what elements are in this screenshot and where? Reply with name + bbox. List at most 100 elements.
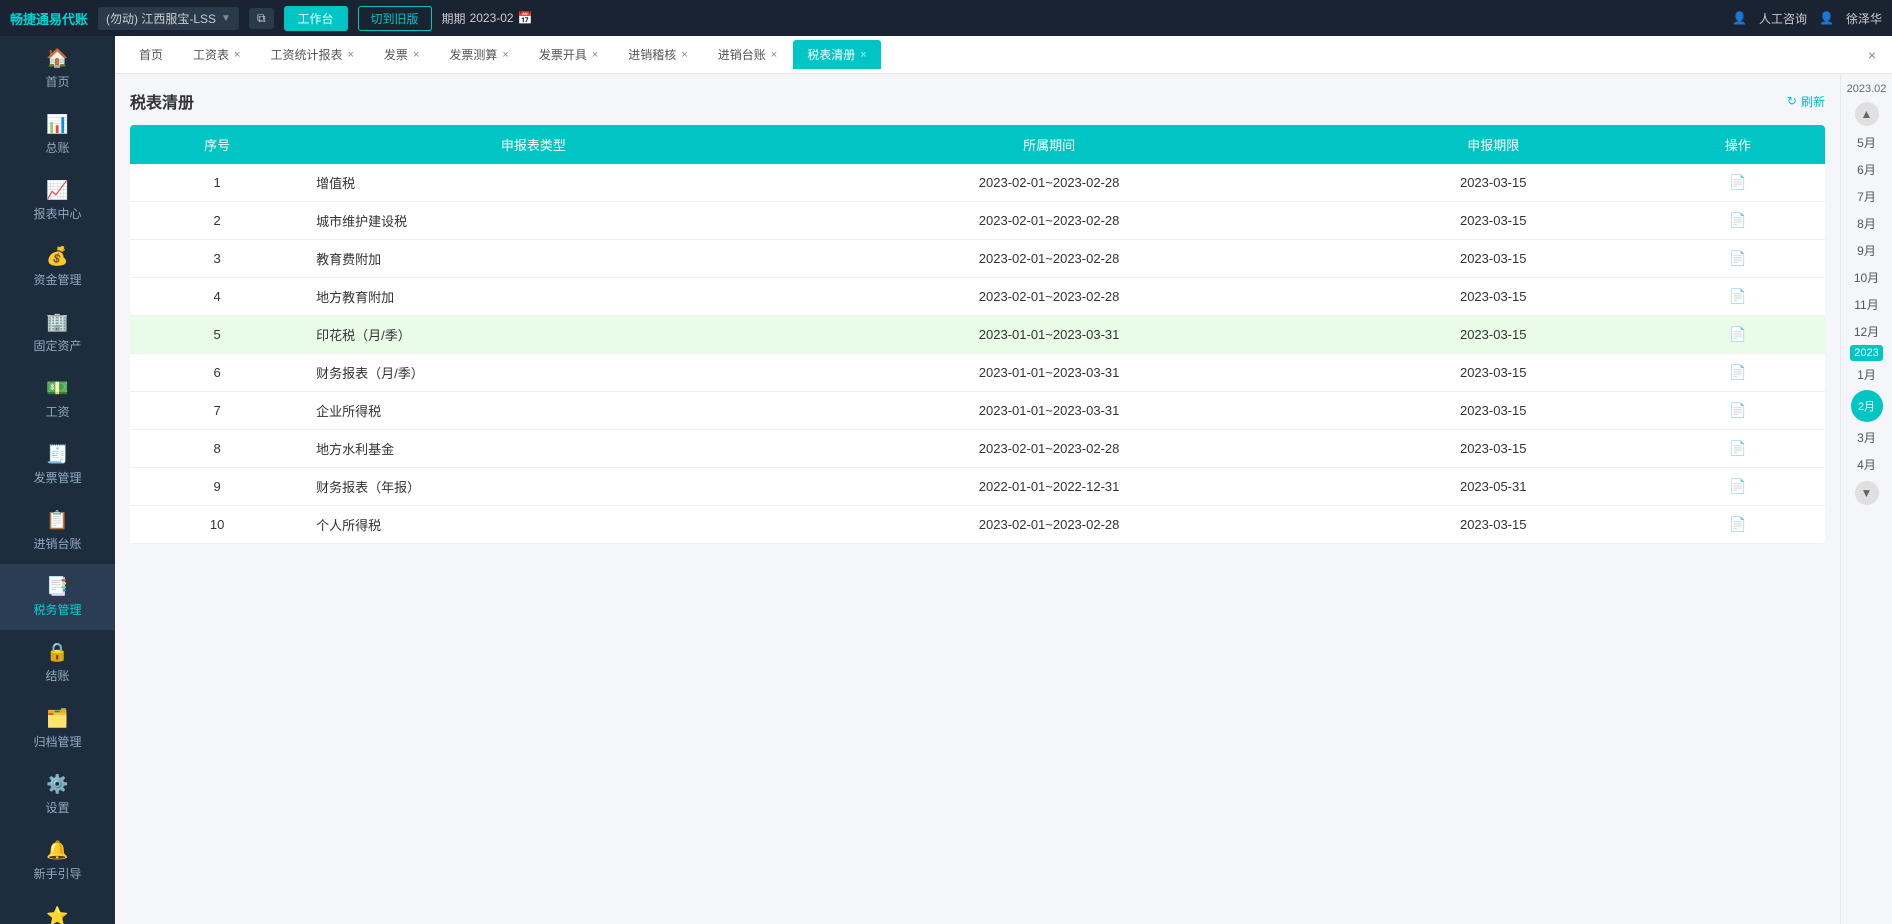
tab-invoice[interactable]: 发票× bbox=[370, 40, 433, 69]
cell-action[interactable]: 📄 bbox=[1651, 278, 1825, 316]
sidebar-label-settings: 设置 bbox=[45, 799, 69, 816]
sidebar-item-fund[interactable]: 💰资金管理 bbox=[0, 234, 115, 300]
cell-deadline: 2023-03-15 bbox=[1336, 240, 1651, 278]
sidebar-item-asset[interactable]: 🏢固定资产 bbox=[0, 300, 115, 366]
calendar-icon[interactable]: 📅 bbox=[518, 11, 533, 25]
tab-close-invoice_calc[interactable]: × bbox=[502, 49, 508, 61]
month-item-2023-1[interactable]: 1月 bbox=[1847, 361, 1887, 388]
action-icon[interactable]: 📄 bbox=[1729, 288, 1746, 304]
switch-old-button[interactable]: 切到旧版 bbox=[358, 6, 432, 31]
workbench-button[interactable]: 工作台 bbox=[284, 6, 348, 31]
sidebar-item-settings[interactable]: ⚙️设置 bbox=[0, 762, 115, 828]
sidebar-item-salary[interactable]: 💵工资 bbox=[0, 366, 115, 432]
action-icon[interactable]: 📄 bbox=[1729, 364, 1746, 380]
cell-period: 2023-01-01~2023-03-31 bbox=[763, 392, 1336, 430]
sidebar-label-archive: 归档管理 bbox=[33, 733, 81, 750]
month-item-2022-9[interactable]: 9月 bbox=[1847, 237, 1887, 264]
sidebar-item-guide[interactable]: 🔔新手引导 bbox=[0, 828, 115, 894]
tab-tax_list[interactable]: 税表清册× bbox=[793, 40, 880, 69]
tab-label-home: 首页 bbox=[139, 46, 163, 63]
tab-invoice_calc[interactable]: 发票测算× bbox=[435, 40, 522, 69]
tab-sales_ledger[interactable]: 进销台账× bbox=[704, 40, 791, 69]
month-item-2023-3[interactable]: 3月 bbox=[1847, 424, 1887, 451]
tab-close-salary_table[interactable]: × bbox=[234, 49, 240, 61]
cell-action[interactable]: 📄 bbox=[1651, 164, 1825, 202]
action-icon[interactable]: 📄 bbox=[1729, 212, 1746, 228]
app-logo: 畅捷通易代账 bbox=[10, 9, 88, 28]
copy-icon-btn[interactable]: ⧉ bbox=[249, 8, 274, 29]
sidebar-item-close[interactable]: 🔒结账 bbox=[0, 630, 115, 696]
panel-down-button[interactable]: ▼ bbox=[1855, 481, 1879, 505]
month-item-2023-2[interactable]: 2月 bbox=[1851, 390, 1883, 422]
sales-icon: 📋 bbox=[46, 510, 68, 531]
current-year-label: 2023.02 bbox=[1845, 79, 1889, 99]
tab-label-invoice_open: 发票开具 bbox=[539, 46, 587, 63]
human-consult-label[interactable]: 人工咨询 bbox=[1759, 10, 1807, 27]
tab-salary_table[interactable]: 工资表× bbox=[179, 40, 254, 69]
tab-label-salary_stats: 工资统计报表 bbox=[270, 46, 342, 63]
action-icon[interactable]: 📄 bbox=[1729, 440, 1746, 456]
action-icon[interactable]: 📄 bbox=[1729, 478, 1746, 494]
cell-period: 2023-02-01~2023-02-28 bbox=[763, 164, 1336, 202]
sidebar-item-ledger[interactable]: 📊总账 bbox=[0, 102, 115, 168]
asset-icon: 🏢 bbox=[46, 312, 68, 333]
sidebar-item-invoice[interactable]: 🧾发票管理 bbox=[0, 432, 115, 498]
refresh-button[interactable]: ↻ 刷新 bbox=[1787, 93, 1825, 110]
cell-no: 5 bbox=[130, 316, 304, 354]
cell-action[interactable]: 📄 bbox=[1651, 354, 1825, 392]
tab-salary_stats[interactable]: 工资统计报表 × bbox=[256, 40, 367, 69]
cell-period: 2022-01-01~2022-12-31 bbox=[763, 468, 1336, 506]
report-icon: 📈 bbox=[46, 180, 68, 201]
sidebar-item-archive[interactable]: 🗂️归档管理 bbox=[0, 696, 115, 762]
sidebar-item-home[interactable]: 🏠首页 bbox=[0, 36, 115, 102]
tab-label-sales_check: 进销稽核 bbox=[628, 46, 676, 63]
cell-action[interactable]: 📄 bbox=[1651, 316, 1825, 354]
cell-action[interactable]: 📄 bbox=[1651, 392, 1825, 430]
month-item-2022-7[interactable]: 7月 bbox=[1847, 183, 1887, 210]
col-header-申报表类型: 申报表类型 bbox=[304, 125, 762, 164]
tab-close-salary_stats[interactable]: × bbox=[347, 49, 353, 61]
tab-close-sales_check[interactable]: × bbox=[681, 49, 687, 61]
month-item-2022-8[interactable]: 8月 bbox=[1847, 210, 1887, 237]
sidebar-item-report[interactable]: 📈报表中心 bbox=[0, 168, 115, 234]
cell-type: 企业所得税 bbox=[304, 392, 762, 430]
cell-action[interactable]: 📄 bbox=[1651, 240, 1825, 278]
month-item-2022-6[interactable]: 6月 bbox=[1847, 156, 1887, 183]
month-item-2022-5[interactable]: 5月 bbox=[1847, 129, 1887, 156]
tab-close-invoice[interactable]: × bbox=[413, 49, 419, 61]
sidebar-item-sales[interactable]: 📋 进销台账 bbox=[0, 498, 115, 564]
table-row: 5 印花税（月/季） 2023-01-01~2023-03-31 2023-03… bbox=[130, 316, 1825, 354]
tab-close-invoice_open[interactable]: × bbox=[592, 49, 598, 61]
table-row: 9 财务报表（年报） 2022-01-01~2022-12-31 2023-05… bbox=[130, 468, 1825, 506]
cell-period: 2023-01-01~2023-03-31 bbox=[763, 316, 1336, 354]
sidebar-item-member[interactable]: ⭐畅会员 bbox=[0, 894, 115, 924]
month-item-2022-12[interactable]: 12月 bbox=[1847, 318, 1887, 345]
tab-home[interactable]: 首页 bbox=[125, 40, 177, 69]
sidebar-label-sales: 进销台账 bbox=[33, 535, 81, 552]
action-icon[interactable]: 📄 bbox=[1729, 250, 1746, 266]
month-item-2022-10[interactable]: 10月 bbox=[1847, 264, 1887, 291]
cell-deadline: 2023-05-31 bbox=[1336, 468, 1651, 506]
action-icon[interactable]: 📄 bbox=[1729, 174, 1746, 190]
tab-sales_check[interactable]: 进销稽核 × bbox=[614, 40, 701, 69]
cell-action[interactable]: 📄 bbox=[1651, 468, 1825, 506]
cell-action[interactable]: 📄 bbox=[1651, 202, 1825, 240]
tab-bar-close-button[interactable]: × bbox=[1862, 45, 1882, 65]
action-icon[interactable]: 📄 bbox=[1729, 516, 1746, 532]
tab-close-sales_ledger[interactable]: × bbox=[771, 49, 777, 61]
cell-type: 地方教育附加 bbox=[304, 278, 762, 316]
action-icon[interactable]: 📄 bbox=[1729, 402, 1746, 418]
table-row: 8 地方水利基金 2023-02-01~2023-02-28 2023-03-1… bbox=[130, 430, 1825, 468]
tab-invoice_open[interactable]: 发票开具 × bbox=[525, 40, 612, 69]
action-icon[interactable]: 📄 bbox=[1729, 326, 1746, 342]
cell-action[interactable]: 📄 bbox=[1651, 430, 1825, 468]
sidebar-label-salary: 工资 bbox=[45, 403, 69, 420]
month-item-2022-11[interactable]: 11月 bbox=[1847, 291, 1887, 318]
cell-action[interactable]: 📄 bbox=[1651, 506, 1825, 544]
month-item-2023-4[interactable]: 4月 bbox=[1847, 451, 1887, 478]
col-header-序号: 序号 bbox=[130, 125, 304, 164]
panel-up-button[interactable]: ▲ bbox=[1855, 102, 1879, 126]
sidebar-item-tax[interactable]: 📑税务管理 bbox=[0, 564, 115, 630]
company-selector[interactable]: (勿动) 江西服宝-LSS ▼ bbox=[98, 7, 239, 30]
tab-close-tax_list[interactable]: × bbox=[860, 49, 866, 61]
